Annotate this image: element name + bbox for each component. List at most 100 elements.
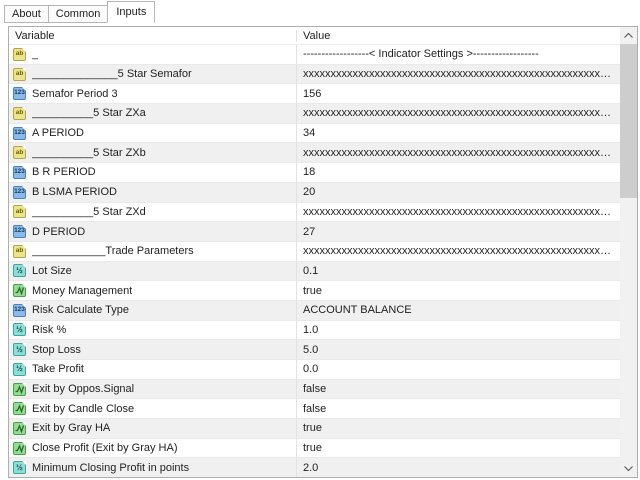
variable-value[interactable]: false: [303, 403, 326, 415]
variable-value[interactable]: true: [303, 285, 322, 297]
table-row[interactable]: 123 B LSMA PERIOD 20: [9, 182, 620, 203]
variable-name: __________5 Star ZXa: [32, 107, 146, 120]
scrollbar-thumb[interactable]: [620, 44, 637, 198]
tab-about[interactable]: About: [4, 5, 49, 23]
variable-name: Semafor Period 3: [32, 87, 118, 100]
value-cell[interactable]: true: [296, 438, 620, 458]
variable-value[interactable]: 156: [303, 88, 321, 100]
tab-common[interactable]: Common: [47, 5, 109, 23]
table-row[interactable]: Money Management true: [9, 281, 620, 301]
value-cell[interactable]: 18: [296, 163, 620, 182]
table-row[interactable]: Exit by Oppos.Signal false: [9, 379, 620, 400]
boolean-type-icon: [13, 284, 26, 298]
value-cell[interactable]: true: [296, 281, 620, 300]
value-cell[interactable]: 27: [296, 222, 620, 241]
integer-type-icon: 123: [13, 165, 26, 179]
table-row[interactable]: ab ______________5 Star Semafor xxxxxxxxxx…: [9, 64, 620, 85]
value-cell[interactable]: xxxxxxxxxxxxxxxxxxxxxxxxxxxxxxxxxxxxxxxx…: [296, 202, 620, 222]
value-cell[interactable]: 20: [296, 182, 620, 202]
value-cell[interactable]: 156: [296, 84, 620, 104]
variable-cell: ½ Lot Size: [9, 262, 296, 281]
variable-value[interactable]: 34: [303, 127, 315, 139]
double-type-icon: ½: [13, 461, 26, 475]
variable-cell: 123 Semafor Period 3: [9, 84, 296, 103]
variable-name: Stop Loss: [32, 343, 81, 356]
value-cell[interactable]: true: [296, 419, 620, 438]
table-row[interactable]: ab __________5 Star ZXb xxxxxxxxxxxxxxxxxx…: [9, 143, 620, 164]
table-row[interactable]: 123 Semafor Period 3 156: [9, 84, 620, 105]
table-row[interactable]: 123 A PERIOD 34: [9, 123, 620, 144]
variable-value[interactable]: 0.0: [303, 363, 318, 375]
value-cell[interactable]: 0.0: [296, 360, 620, 379]
variable-value[interactable]: 0.1: [303, 265, 318, 277]
variable-value[interactable]: true: [303, 442, 322, 454]
vertical-scrollbar[interactable]: [620, 27, 637, 477]
boolean-type-icon: [13, 421, 26, 435]
table-row[interactable]: Close Profit (Exit by Gray HA) true: [9, 438, 620, 459]
variable-cell: Exit by Gray HA: [9, 419, 296, 438]
variable-value[interactable]: xxxxxxxxxxxxxxxxxxxxxxxxxxxxxxxxxxxxxxxx…: [303, 245, 616, 257]
value-cell[interactable]: ACCOUNT BALANCE: [296, 300, 620, 320]
variable-value[interactable]: 27: [303, 226, 315, 238]
variable-value[interactable]: 1.0: [303, 324, 318, 336]
table-row[interactable]: ½ Minimum Closing Profit in points 2.0: [9, 458, 620, 478]
scrollbar-down-button[interactable]: [620, 460, 637, 477]
table-row[interactable]: Exit by Gray HA true: [9, 419, 620, 439]
boolean-type-icon: [13, 382, 26, 396]
variable-value[interactable]: 2.0: [303, 462, 318, 474]
value-cell[interactable]: xxxxxxxxxxxxxxxxxxxxxxxxxxxxxxxxxxxxxxxx…: [296, 143, 620, 163]
variable-cell: ab ______________5 Star Semafor: [9, 65, 296, 84]
table-row[interactable]: ab _ ------------------< Indicator Setting…: [9, 45, 620, 65]
double-type-icon: ½: [13, 343, 26, 357]
variable-value[interactable]: true: [303, 422, 322, 434]
tab-inputs[interactable]: Inputs: [107, 1, 156, 23]
value-cell[interactable]: 1.0: [296, 320, 620, 340]
variable-value[interactable]: xxxxxxxxxxxxxxxxxxxxxxxxxxxxxxxxxxxxxxxx…: [303, 68, 616, 80]
value-cell[interactable]: 5.0: [296, 340, 620, 359]
tab-bar: About Common Inputs: [0, 0, 640, 23]
string-type-icon: ab: [13, 146, 26, 160]
value-cell[interactable]: 0.1: [296, 261, 620, 281]
string-type-icon: ab: [13, 244, 26, 258]
table-row[interactable]: 123 B R PERIOD 18: [9, 163, 620, 183]
variable-name: Exit by Gray HA: [32, 422, 111, 435]
scrollbar-up-button[interactable]: [620, 27, 637, 44]
table-row[interactable]: ab ____________Trade Parameters xxxxxxxxxx…: [9, 241, 620, 262]
value-cell[interactable]: xxxxxxxxxxxxxxxxxxxxxxxxxxxxxxxxxxxxxxxx…: [296, 64, 620, 84]
variable-value[interactable]: 20: [303, 186, 315, 198]
variable-value[interactable]: ------------------< Indicator Settings >…: [303, 48, 539, 60]
value-cell[interactable]: false: [296, 379, 620, 399]
chevron-up-icon: [624, 33, 633, 38]
value-cell[interactable]: 2.0: [296, 458, 620, 478]
boolean-type-icon: [13, 402, 26, 416]
variable-name: ____________Trade Parameters: [32, 245, 194, 258]
table-row[interactable]: ½ Lot Size 0.1: [9, 261, 620, 282]
table-row[interactable]: ½ Risk % 1.0: [9, 320, 620, 341]
variable-value[interactable]: 5.0: [303, 344, 318, 356]
table-row[interactable]: 123 D PERIOD 27: [9, 222, 620, 242]
variable-cell: 123 B LSMA PERIOD: [9, 183, 296, 202]
table-row[interactable]: ab __________5 Star ZXa xxxxxxxxxxxxxxxxxx…: [9, 104, 620, 124]
value-cell[interactable]: xxxxxxxxxxxxxxxxxxxxxxxxxxxxxxxxxxxxxxxx…: [296, 241, 620, 261]
value-cell[interactable]: xxxxxxxxxxxxxxxxxxxxxxxxxxxxxxxxxxxxxxxx…: [296, 104, 620, 123]
value-cell[interactable]: 34: [296, 123, 620, 143]
variable-name: Close Profit (Exit by Gray HA): [32, 442, 178, 455]
variable-value[interactable]: xxxxxxxxxxxxxxxxxxxxxxxxxxxxxxxxxxxxxxxx…: [303, 107, 616, 119]
value-cell[interactable]: ------------------< Indicator Settings >…: [296, 45, 620, 64]
variable-value[interactable]: 18: [303, 166, 315, 178]
variable-value[interactable]: xxxxxxxxxxxxxxxxxxxxxxxxxxxxxxxxxxxxxxxx…: [303, 147, 616, 159]
variable-name: A PERIOD: [32, 127, 84, 140]
value-cell[interactable]: false: [296, 399, 620, 419]
variable-value[interactable]: ACCOUNT BALANCE: [303, 304, 412, 316]
integer-type-icon: 123: [13, 87, 26, 101]
table-row[interactable]: 123 Risk Calculate Type ACCOUNT BALANCE: [9, 300, 620, 321]
variable-name: __________5 Star ZXb: [32, 146, 146, 159]
scrollbar-track[interactable]: [620, 44, 637, 460]
table-row[interactable]: Exit by Candle Close false: [9, 399, 620, 420]
table-row[interactable]: ½ Take Profit 0.0: [9, 360, 620, 380]
table-row[interactable]: ab __________5 Star ZXd xxxxxxxxxxxxxxxxxx…: [9, 202, 620, 223]
variable-value[interactable]: false: [303, 383, 326, 395]
variable-value[interactable]: xxxxxxxxxxxxxxxxxxxxxxxxxxxxxxxxxxxxxxxx…: [303, 206, 616, 218]
variable-cell: ½ Minimum Closing Profit in points: [9, 458, 296, 477]
table-row[interactable]: ½ Stop Loss 5.0: [9, 340, 620, 360]
